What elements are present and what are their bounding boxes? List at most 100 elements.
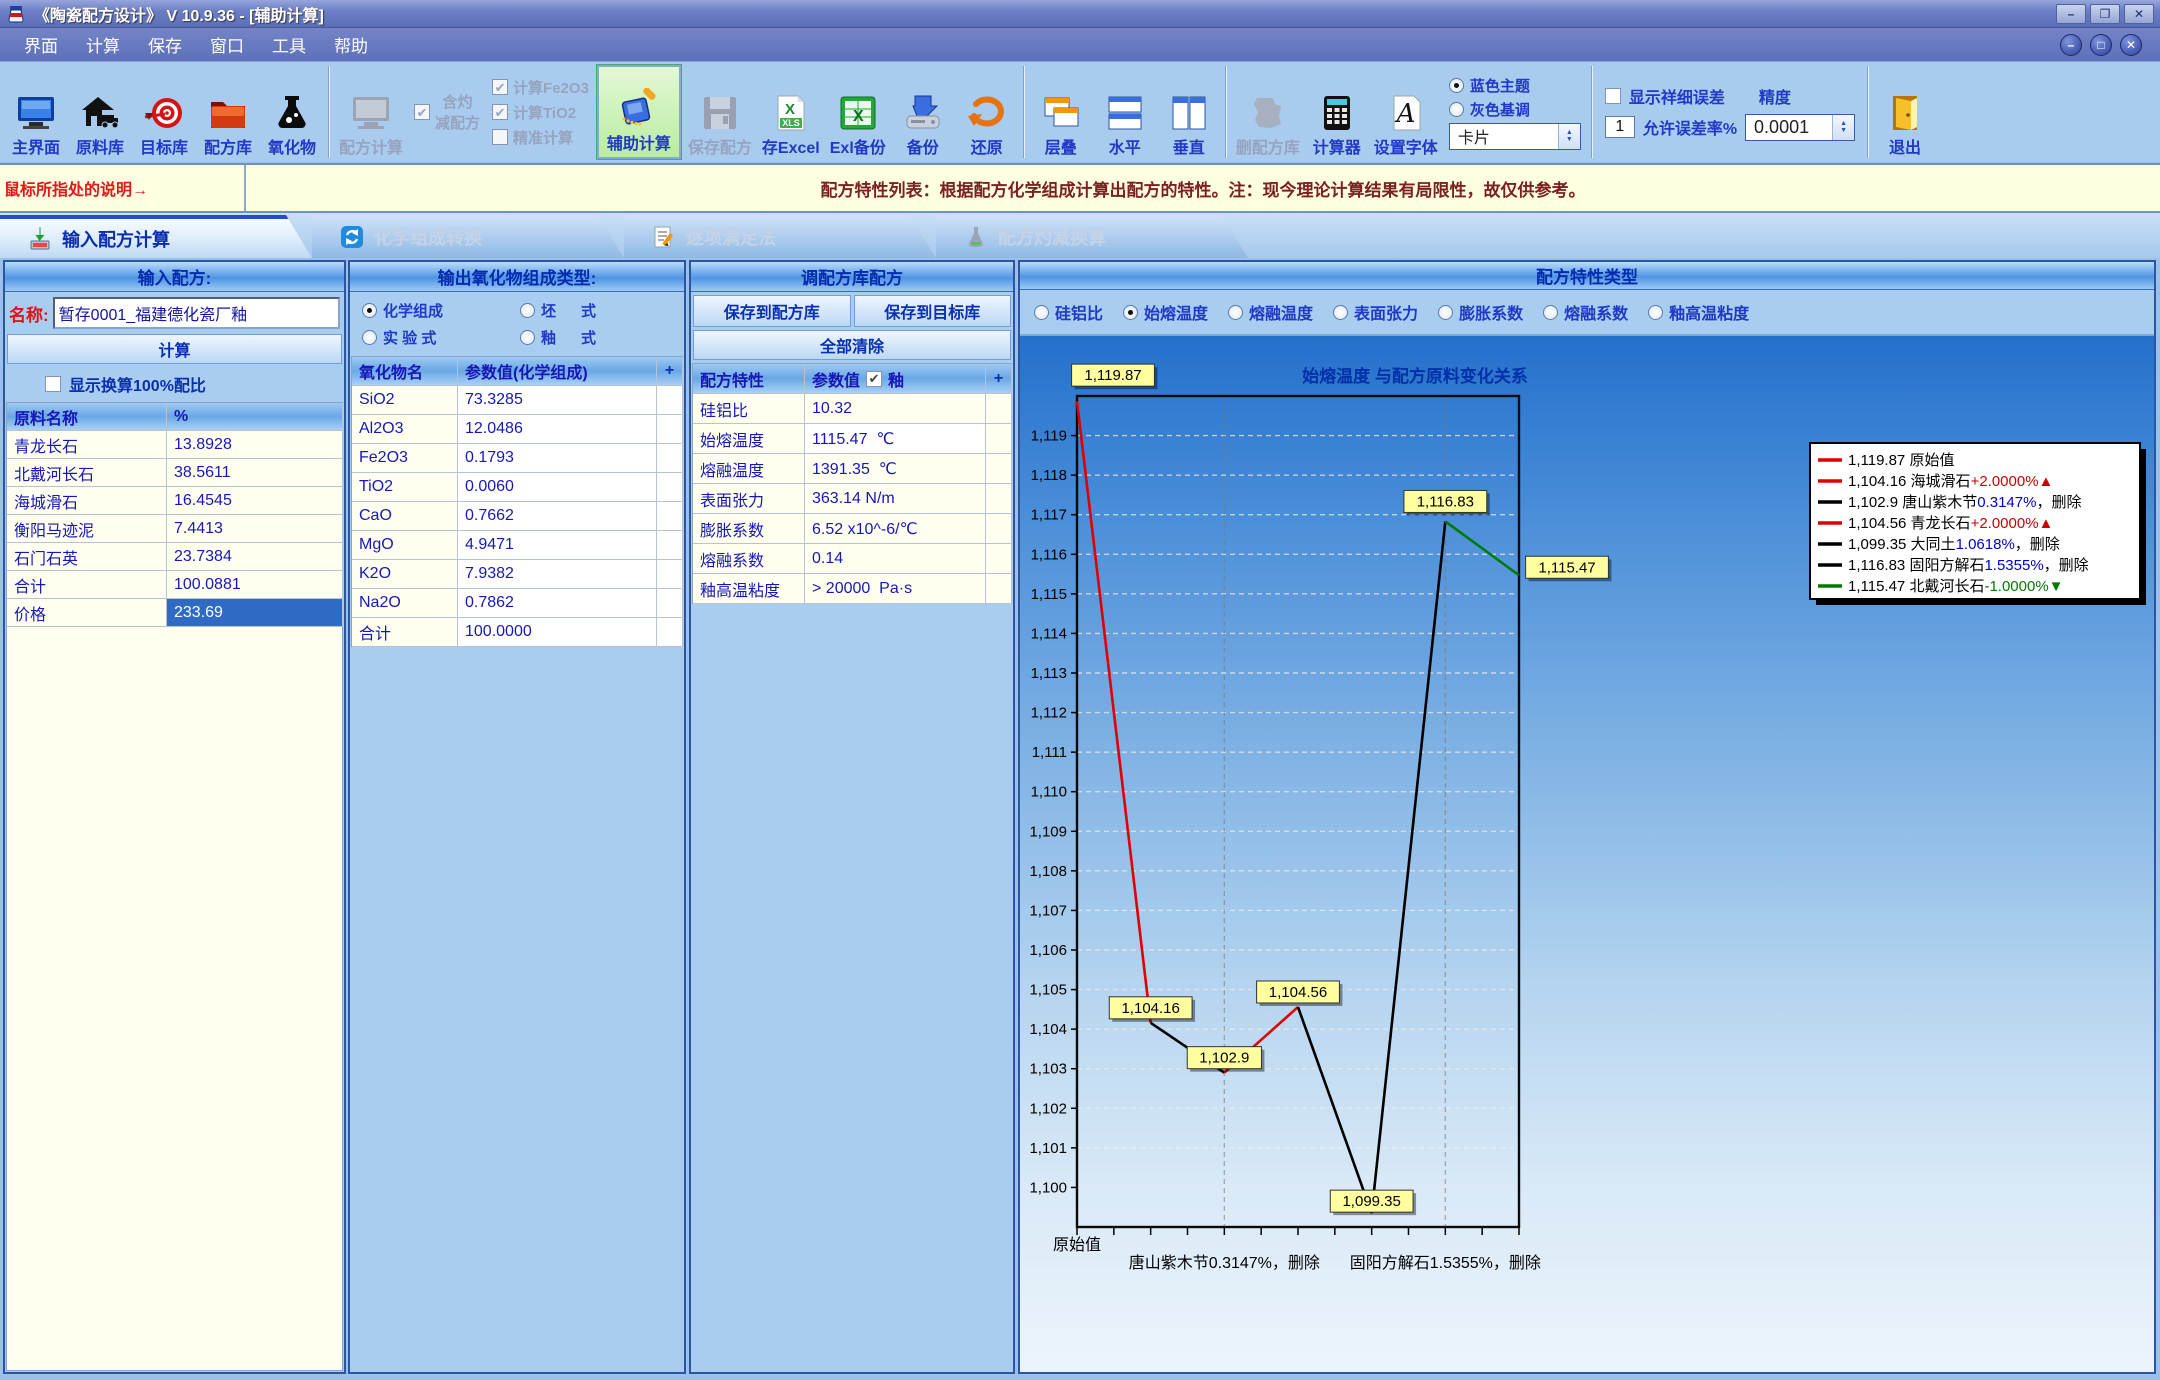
mdi-close-icon[interactable]: ✕	[2120, 33, 2142, 56]
formula-calc-button: 配方计算	[334, 64, 408, 160]
restore-button[interactable]: 还原	[955, 64, 1019, 160]
close-icon[interactable]: ✕	[2124, 3, 2154, 24]
excel-backup-button[interactable]: X Exl备份	[825, 64, 891, 160]
material-lib-button[interactable]: 原料库	[68, 64, 132, 160]
add-column-button[interactable]: +	[657, 357, 683, 386]
oxide-name-cell: Al2O3	[352, 415, 458, 444]
add-property-button[interactable]: +	[986, 364, 1012, 394]
tab-配方灼减换算[interactable]: 配方灼减换算	[936, 215, 1248, 258]
menu-item-帮助[interactable]: 帮助	[320, 29, 382, 60]
calculate-button[interactable]: 计算	[7, 334, 342, 364]
oxide-value-cell[interactable]: 12.0486	[458, 415, 657, 444]
property-value-cell[interactable]: 10.32	[805, 394, 986, 424]
formula-name-input[interactable]: 暂存0001_福建德化瓷厂釉	[52, 297, 340, 329]
minimize-icon[interactable]: –	[2056, 3, 2086, 24]
mdi-minimize-icon[interactable]: –	[2060, 33, 2082, 56]
save-to-formula-lib-button[interactable]: 保存到配方库	[693, 295, 851, 327]
card-style-select[interactable]: 卡片 ▲ ▼	[1448, 122, 1581, 150]
oxide-value-cell[interactable]: 73.3285	[458, 386, 657, 415]
oxide-button[interactable]: 氧化物	[260, 64, 324, 160]
svg-text:1,104: 1,104	[1029, 1021, 1067, 1038]
menu-item-工具[interactable]: 工具	[258, 29, 320, 60]
column-header-param[interactable]: 参数值(化学组成)	[458, 357, 657, 386]
oxide-value-cell[interactable]: 0.7862	[458, 589, 657, 618]
column-header-oxide[interactable]: 氧化物名	[352, 357, 458, 386]
card-style-spinner[interactable]: ▲ ▼	[1557, 123, 1580, 149]
show-detail-error-checkbox[interactable]	[1604, 87, 1621, 104]
backup-button[interactable]: 备份	[891, 64, 955, 160]
clear-all-button[interactable]: 全部清除	[693, 330, 1011, 360]
set-font-button[interactable]: A 设置字体	[1369, 64, 1443, 160]
theme-gray-radio[interactable]: 灰色基调	[1448, 99, 1581, 120]
calc-option-checkbox[interactable]: ✔ 计算TiO2	[492, 102, 589, 123]
restore-icon[interactable]: ❐	[2090, 3, 2120, 24]
material-percent-cell[interactable]: 7.4413	[167, 515, 343, 543]
oxide-value-cell[interactable]: 7.9382	[458, 560, 657, 589]
property-value-cell[interactable]: 1115.47 ℃	[805, 424, 986, 454]
save-excel-button[interactable]: X XLS 存Excel	[757, 64, 825, 160]
oxide-value-cell[interactable]: 0.1793	[458, 444, 657, 473]
menu-item-界面[interactable]: 界面	[10, 29, 72, 60]
chart-property-radio-始熔温度[interactable]: 始熔温度	[1123, 300, 1208, 324]
material-percent-cell[interactable]: 23.7384	[167, 543, 343, 571]
oxide-value-cell[interactable]: 0.7662	[458, 502, 657, 531]
allow-error-input[interactable]: 0.0001 ▲ ▼	[1745, 113, 1856, 141]
target-lib-button[interactable]: 目标库	[132, 64, 196, 160]
menu-item-保存[interactable]: 保存	[134, 29, 196, 60]
app-icon	[8, 5, 24, 22]
material-percent-cell[interactable]: 100.0881	[167, 571, 343, 599]
calc-option-checkbox[interactable]: 精准计算	[492, 127, 589, 148]
spin-count-input[interactable]: 1	[1604, 116, 1635, 138]
menu-item-计算[interactable]: 计算	[72, 29, 134, 60]
oxide-type-radio[interactable]: 化学组成	[362, 300, 520, 321]
horizontal-button[interactable]: 水平	[1093, 64, 1157, 160]
oxide-value-cell[interactable]: 100.0000	[458, 618, 657, 647]
property-value-cell[interactable]: 363.14 N/m	[805, 484, 986, 514]
material-percent-cell[interactable]: 16.4545	[167, 487, 343, 515]
calculator-button[interactable]: 计算器	[1305, 64, 1369, 160]
theme-blue-radio[interactable]: 蓝色主题	[1448, 75, 1581, 96]
property-value-cell[interactable]: > 20000 Pa·s	[805, 574, 986, 604]
material-percent-cell[interactable]: 38.5611	[167, 459, 343, 487]
save-to-target-lib-button[interactable]: 保存到目标库	[853, 295, 1011, 327]
cascade-button[interactable]: 层叠	[1029, 64, 1093, 160]
legend-entry: 1,104.16 海城滑石+2.0000%▲	[1848, 473, 2053, 490]
oxide-value-cell[interactable]: 4.9471	[458, 531, 657, 560]
chart-property-radio-熔融温度[interactable]: 熔融温度	[1228, 300, 1313, 324]
svg-text:1,102: 1,102	[1029, 1100, 1067, 1117]
menu-item-窗口[interactable]: 窗口	[196, 29, 258, 60]
tab-逐项满足法[interactable]: 逐项满足法	[624, 215, 936, 258]
calc-option-checkbox[interactable]: ✔ 计算Fe2O3	[492, 77, 589, 98]
loi-reduce-checkbox[interactable]: ✔ 含灼 减配方	[408, 64, 486, 160]
show-100-checkbox[interactable]: 显示换算100%配比	[5, 368, 344, 402]
column-header-property[interactable]: 配方特性	[693, 364, 805, 394]
chart-property-radio-熔融系数[interactable]: 熔融系数	[1543, 300, 1628, 324]
chart-property-radio-硅铝比[interactable]: 硅铝比	[1034, 300, 1103, 324]
mdi-restore-icon[interactable]: □	[2090, 33, 2112, 56]
oxide-type-radio[interactable]: 釉 式	[520, 327, 678, 348]
tab-输入配方计算[interactable]: 输入配方计算	[0, 215, 312, 258]
exit-button[interactable]: 退出	[1873, 64, 1937, 160]
material-name-cell: 价格	[7, 599, 167, 627]
vertical-button[interactable]: 垂直	[1157, 64, 1221, 160]
property-value-cell[interactable]: 0.14	[805, 544, 986, 574]
aux-calc-button[interactable]: 辅助计算	[595, 64, 682, 160]
formula-lib-button[interactable]: 配方库	[196, 64, 260, 160]
oxide-value-cell[interactable]: 0.0060	[458, 473, 657, 502]
property-value-cell[interactable]: 1391.35 ℃	[805, 454, 986, 484]
chart-property-radio-釉高温粘度[interactable]: 釉高温粘度	[1648, 300, 1749, 324]
material-percent-cell[interactable]: 13.8928	[167, 431, 343, 459]
allow-error-spinner[interactable]: ▲ ▼	[1832, 114, 1855, 140]
toolbar-separator	[328, 66, 330, 158]
column-header-percent[interactable]: %	[167, 403, 343, 431]
oxide-type-radio[interactable]: 坯 式	[520, 300, 678, 321]
column-header-material[interactable]: 原料名称	[7, 403, 167, 431]
tab-化学组成转换[interactable]: 化学组成转换	[312, 215, 624, 258]
oxide-type-radio[interactable]: 实 验 式	[362, 327, 520, 348]
chart-property-radio-表面张力[interactable]: 表面张力	[1333, 300, 1418, 324]
property-value-cell[interactable]: 6.52 x10^-6/℃	[805, 514, 986, 544]
chart-property-radio-膨胀系数[interactable]: 膨胀系数	[1438, 300, 1523, 324]
glaze-checkbox[interactable]: ✔	[866, 370, 883, 387]
main-screen-button[interactable]: 主界面	[4, 64, 68, 160]
material-percent-cell[interactable]: 233.69	[167, 599, 343, 627]
